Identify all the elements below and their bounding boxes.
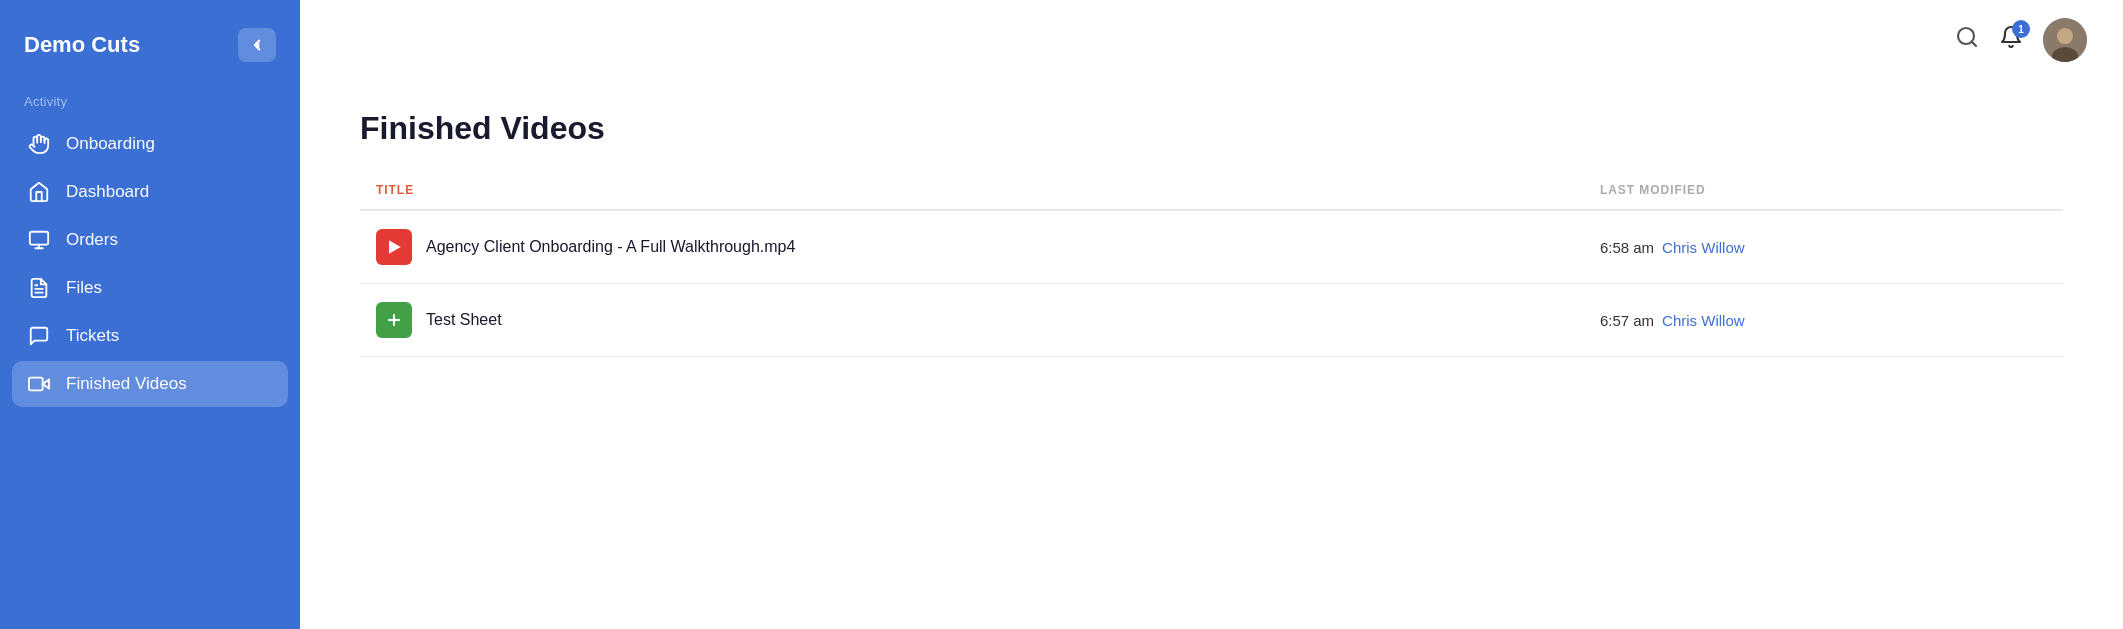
avatar[interactable] [2043, 18, 2087, 62]
svg-rect-6 [29, 378, 43, 391]
page-content: Finished Videos TITLE LAST MODIFIED Agen… [300, 80, 2123, 629]
bell-badge: 1 [2012, 20, 2030, 38]
sidebar-item-files[interactable]: Files [12, 265, 288, 311]
sidebar-item-label-finished-videos: Finished Videos [66, 374, 187, 394]
modified-user: Chris Willow [1662, 239, 1745, 256]
sidebar-header: Demo Cuts [0, 0, 300, 86]
topbar: 1 [300, 0, 2123, 80]
modified-cell: 6:58 am Chris Willow [1584, 210, 2063, 284]
home-icon [26, 181, 52, 203]
file-name-cell: Agency Client Onboarding - A Full Walkth… [360, 210, 1584, 284]
sidebar-item-onboarding[interactable]: Onboarding [12, 121, 288, 167]
sidebar-item-label-onboarding: Onboarding [66, 134, 155, 154]
sidebar-item-label-files: Files [66, 278, 102, 298]
page-title: Finished Videos [360, 110, 2063, 147]
hand-icon [26, 133, 52, 155]
sidebar-item-dashboard[interactable]: Dashboard [12, 169, 288, 215]
sidebar-nav: Onboarding Dashboard Orders Files [0, 121, 300, 407]
video-file-icon [376, 229, 412, 265]
video-icon [26, 373, 52, 395]
sidebar-item-label-tickets: Tickets [66, 326, 119, 346]
sidebar-item-label-dashboard: Dashboard [66, 182, 149, 202]
modified-user: Chris Willow [1662, 312, 1745, 329]
table-row[interactable]: Test Sheet 6:57 am Chris Willow [360, 284, 2063, 357]
file-name-text: Agency Client Onboarding - A Full Walkth… [426, 238, 795, 256]
sidebar-item-tickets[interactable]: Tickets [12, 313, 288, 359]
sidebar-section-activity: Activity [0, 86, 300, 121]
svg-marker-12 [389, 240, 401, 253]
svg-point-10 [2057, 28, 2073, 44]
sheet-file-icon [376, 302, 412, 338]
col-header-modified: LAST MODIFIED [1584, 183, 2063, 210]
chat-icon [26, 325, 52, 347]
modified-time: 6:57 am [1600, 312, 1654, 329]
sidebar: Demo Cuts Activity Onboarding Dashboard … [0, 0, 300, 629]
table-row[interactable]: Agency Client Onboarding - A Full Walkth… [360, 210, 2063, 284]
svg-rect-0 [30, 232, 48, 245]
modified-time: 6:58 am [1600, 239, 1654, 256]
sidebar-item-orders[interactable]: Orders [12, 217, 288, 263]
sidebar-back-button[interactable] [238, 28, 276, 62]
bell-button[interactable]: 1 [1999, 25, 2023, 55]
col-header-title: TITLE [360, 183, 1584, 210]
file-icon [26, 277, 52, 299]
modified-cell: 6:57 am Chris Willow [1584, 284, 2063, 357]
orders-icon [26, 229, 52, 251]
svg-marker-5 [43, 379, 49, 388]
file-name-cell: Test Sheet [360, 284, 1584, 357]
main-content: 1 Finished Videos TITLE LAST MODIFIED [300, 0, 2123, 629]
search-icon[interactable] [1955, 25, 1979, 55]
sidebar-item-finished-videos[interactable]: Finished Videos [12, 361, 288, 407]
sidebar-item-label-orders: Orders [66, 230, 118, 250]
files-table: TITLE LAST MODIFIED Agency Client Onboar… [360, 183, 2063, 357]
sidebar-title: Demo Cuts [24, 32, 140, 58]
svg-line-8 [1972, 42, 1976, 46]
file-name-text: Test Sheet [426, 311, 502, 329]
